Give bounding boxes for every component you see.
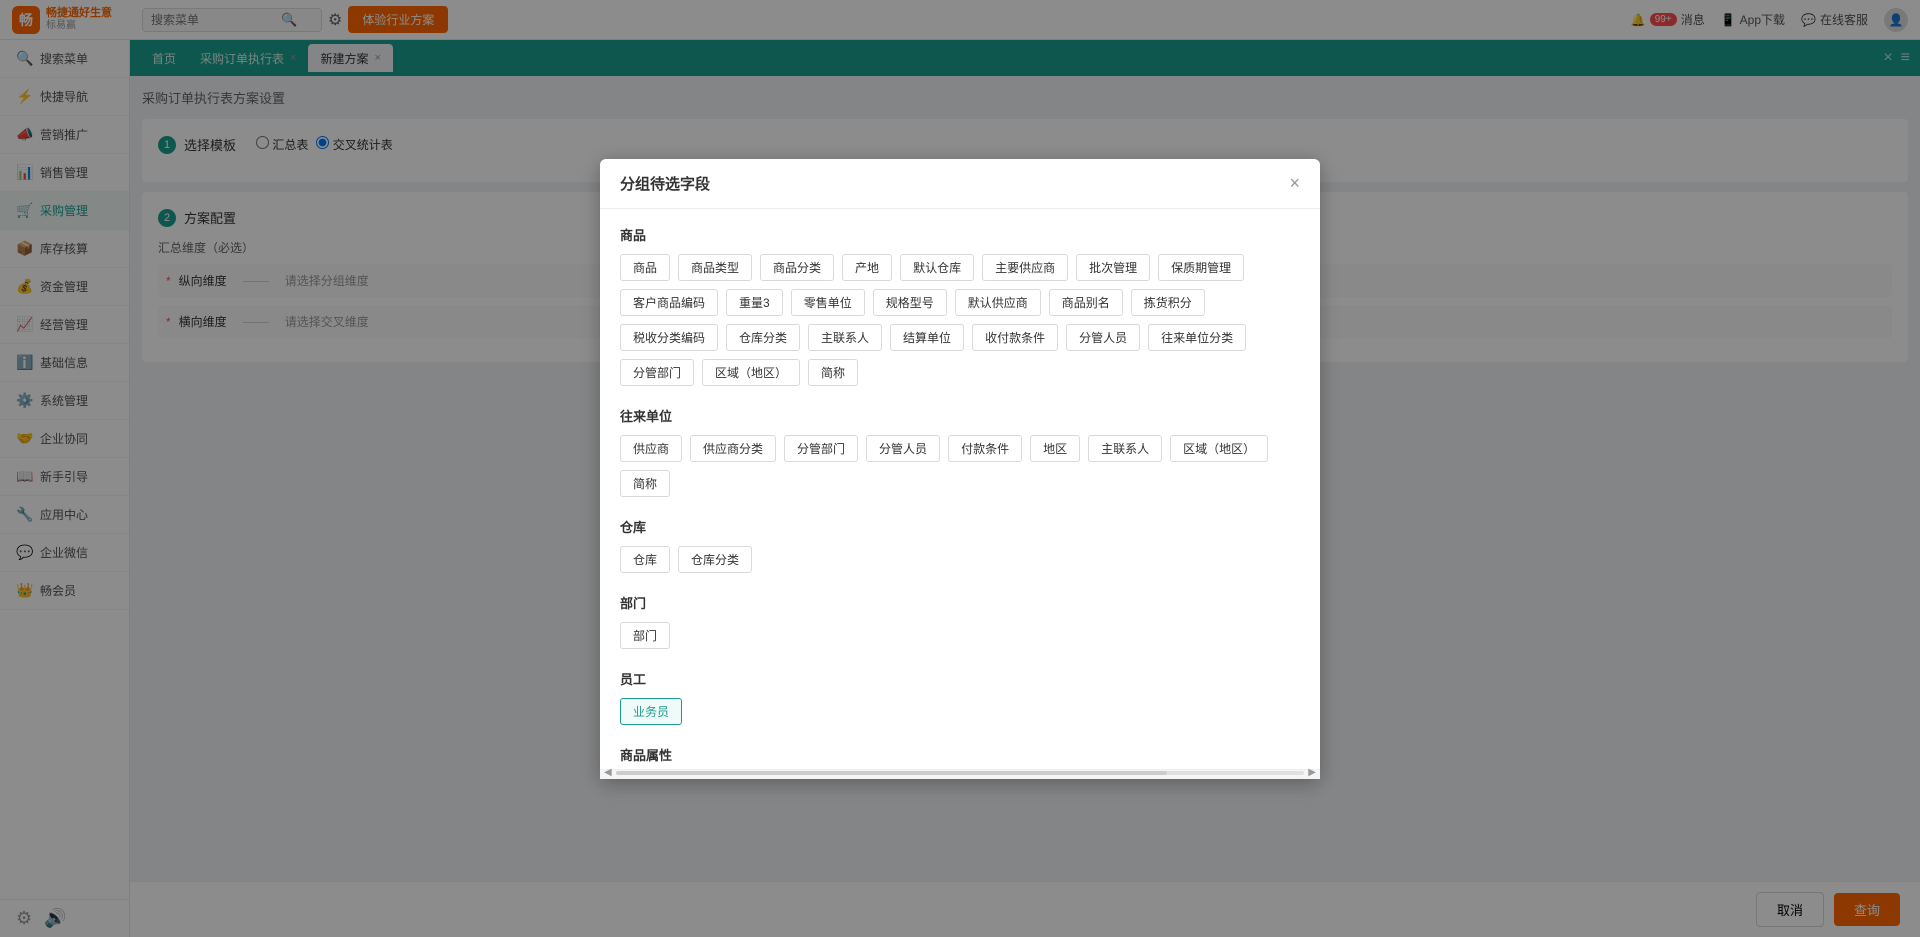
field-tag-payment-cond[interactable]: 付款条件 [948,435,1022,462]
field-tag-default-warehouse[interactable]: 默认仓库 [900,254,974,281]
field-tag-main-supplier[interactable]: 主要供应商 [982,254,1068,281]
field-tag-region2[interactable]: 区域（地区） [1170,435,1268,462]
field-tag-managing-dept[interactable]: 分管部门 [620,359,694,386]
field-tag-payment-terms[interactable]: 收付款条件 [972,324,1058,351]
field-tags-partner: 供应商 供应商分类 分管部门 分管人员 付款条件 地区 主联系人 区域（地区） … [620,435,1300,497]
field-group-partner: 往来单位 供应商 供应商分类 分管部门 分管人员 付款条件 地区 主联系人 区域… [620,406,1300,497]
field-tag-batch-mgmt[interactable]: 批次管理 [1076,254,1150,281]
field-tag-customer-code[interactable]: 客户商品编码 [620,289,718,316]
field-select-modal: 分组待选字段 × 商品 商品 商品类型 商品分类 产地 默认仓库 主要供应商 批… [600,159,1320,779]
field-tag-default-supplier[interactable]: 默认供应商 [955,289,1041,316]
field-tag-warehouse-cat[interactable]: 仓库分类 [678,546,752,573]
field-group-goods-title: 商品 [620,225,1300,244]
field-tag-dept[interactable]: 分管部门 [784,435,858,462]
field-tag-goods[interactable]: 商品 [620,254,670,281]
field-group-goods: 商品 商品 商品类型 商品分类 产地 默认仓库 主要供应商 批次管理 保质期管理… [620,225,1300,386]
hscroll-right-arrow[interactable]: ▶ [1308,767,1316,778]
field-tag-area[interactable]: 地区 [1030,435,1080,462]
field-tag-expiry-mgmt[interactable]: 保质期管理 [1158,254,1244,281]
field-tag-supplier-category[interactable]: 供应商分类 [690,435,776,462]
modal-title: 分组待选字段 [620,173,710,194]
field-tag-spec-model[interactable]: 规格型号 [873,289,947,316]
field-group-warehouse-title: 仓库 [620,517,1300,536]
field-tag-goods-category[interactable]: 商品分类 [760,254,834,281]
field-tag-manager[interactable]: 分管人员 [1066,324,1140,351]
field-group-goods-attr-title: 商品属性 [620,745,1300,764]
field-tags-staff: 业务员 [620,698,1300,725]
field-tag-goods-alias[interactable]: 商品别名 [1049,289,1123,316]
hscroll-left-arrow[interactable]: ◀ [604,767,612,778]
field-group-partner-title: 往来单位 [620,406,1300,425]
field-tag-abbrev2[interactable]: 简称 [620,470,670,497]
modal-overlay: 分组待选字段 × 商品 商品 商品类型 商品分类 产地 默认仓库 主要供应商 批… [0,0,1920,937]
field-tag-region[interactable]: 区域（地区） [702,359,800,386]
field-tag-goods-type[interactable]: 商品类型 [678,254,752,281]
field-group-dept: 部门 部门 [620,593,1300,649]
field-tags-warehouse: 仓库 仓库分类 [620,546,1300,573]
field-tag-contact[interactable]: 主联系人 [1088,435,1162,462]
field-tag-supplier[interactable]: 供应商 [620,435,682,462]
field-tag-tax-code[interactable]: 税收分类编码 [620,324,718,351]
field-group-staff-title: 员工 [620,669,1300,688]
field-tag-retail-unit[interactable]: 零售单位 [791,289,865,316]
field-group-staff: 员工 业务员 [620,669,1300,725]
modal-close-button[interactable]: × [1289,174,1300,192]
modal-hscroll[interactable]: ◀ ▶ [600,769,1320,779]
field-tag-weight3[interactable]: 重量3 [726,289,783,316]
field-tag-picking-points[interactable]: 拣货积分 [1131,289,1205,316]
field-tag-origin[interactable]: 产地 [842,254,892,281]
field-tag-partner-category[interactable]: 往来单位分类 [1148,324,1246,351]
field-group-dept-title: 部门 [620,593,1300,612]
field-group-warehouse: 仓库 仓库 仓库分类 [620,517,1300,573]
field-tags-goods: 商品 商品类型 商品分类 产地 默认仓库 主要供应商 批次管理 保质期管理 客户… [620,254,1300,386]
field-tag-warehouse-category[interactable]: 仓库分类 [726,324,800,351]
field-tags-dept: 部门 [620,622,1300,649]
field-group-goods-attr: 商品属性 属性 颜色 多规格 尺码 鞋码 1 [620,745,1300,769]
field-tag-main-contact[interactable]: 主联系人 [808,324,882,351]
field-tag-person[interactable]: 分管人员 [866,435,940,462]
modal-body[interactable]: 商品 商品 商品类型 商品分类 产地 默认仓库 主要供应商 批次管理 保质期管理… [600,209,1320,769]
modal-header: 分组待选字段 × [600,159,1320,209]
field-tag-department[interactable]: 部门 [620,622,670,649]
field-tag-salesperson[interactable]: 业务员 [620,698,682,725]
field-tag-warehouse[interactable]: 仓库 [620,546,670,573]
field-tag-settlement-unit[interactable]: 结算单位 [890,324,964,351]
field-tag-abbrev[interactable]: 简称 [808,359,858,386]
